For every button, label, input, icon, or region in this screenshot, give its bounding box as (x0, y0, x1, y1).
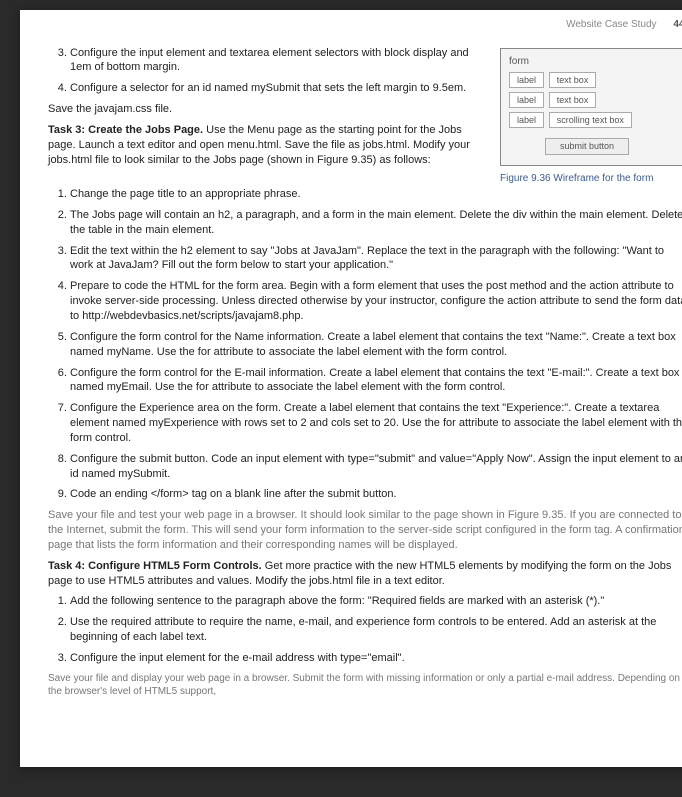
t3-step-6: Configure the form control for the E-mai… (70, 366, 682, 396)
wireframe-row-3: label scrolling text box (509, 112, 681, 128)
wf-label-1: label (509, 72, 544, 88)
wf-textbox-2: text box (549, 92, 597, 108)
wf-label-2: label (509, 92, 544, 108)
t4-step-1: Add the following sentence to the paragr… (70, 594, 682, 609)
top-section: Configure the input element and textarea… (48, 46, 682, 186)
top-left-column: Configure the input element and textarea… (48, 46, 486, 186)
figure-caption-text: Wireframe for the form (553, 173, 653, 184)
t3-step-3: Edit the text within the h2 element to s… (70, 244, 682, 274)
task3-block: Task 3: Create the Jobs Page. Use the Me… (48, 123, 486, 168)
figure-number: Figure 9.36 (500, 173, 551, 184)
t3-step-1: Change the page title to an appropriate … (70, 187, 682, 202)
task4-after: Save your file and display your web page… (48, 672, 682, 699)
t3-step-7: Configure the Experience area on the for… (70, 401, 682, 446)
wf-textbox-1: text box (549, 72, 597, 88)
css-step-4: Configure a selector for an id named myS… (70, 81, 486, 96)
t3-step-9: Code an ending </form> tag on a blank li… (70, 487, 682, 502)
t4-step-2: Use the required attribute to require th… (70, 615, 682, 645)
save-css-note: Save the javajam.css file. (48, 102, 486, 117)
wf-scrolltext: scrolling text box (549, 112, 632, 128)
wireframe-title: form (509, 55, 681, 69)
css-step-3: Configure the input element and textarea… (70, 46, 486, 76)
task3-steps: Change the page title to an appropriate … (48, 187, 682, 502)
page-header: Website Case Study 441 (48, 18, 682, 32)
css-config-steps: Configure the input element and textarea… (48, 46, 486, 97)
wireframe-row-1: label text box (509, 72, 681, 88)
wireframe-row-2: label text box (509, 92, 681, 108)
t3-step-4: Prepare to code the HTML for the form ar… (70, 279, 682, 324)
t3-step-5: Configure the form control for the Name … (70, 330, 682, 360)
wf-submit: submit button (545, 138, 629, 154)
textbook-page: Website Case Study 441 Configure the inp… (20, 10, 682, 767)
wf-label-3: label (509, 112, 544, 128)
task4-heading: Task 4: Configure HTML5 Form Controls. (48, 560, 262, 572)
form-wireframe-figure: form label text box label text box label… (500, 48, 682, 166)
page-number: 441 (673, 19, 682, 30)
task4-steps: Add the following sentence to the paragr… (48, 594, 682, 665)
task3-after: Save your file and test your web page in… (48, 508, 682, 553)
task4-block: Task 4: Configure HTML5 Form Controls. G… (48, 559, 682, 589)
task3-heading: Task 3: Create the Jobs Page. (48, 124, 203, 136)
t3-step-8: Configure the submit button. Code an inp… (70, 452, 682, 482)
figure-column: form label text box label text box label… (500, 46, 682, 186)
header-title: Website Case Study (566, 19, 656, 30)
figure-caption: Figure 9.36 Wireframe for the form (500, 172, 682, 186)
t4-step-3: Configure the input element for the e-ma… (70, 651, 682, 666)
t3-step-2: The Jobs page will contain an h2, a para… (70, 208, 682, 238)
